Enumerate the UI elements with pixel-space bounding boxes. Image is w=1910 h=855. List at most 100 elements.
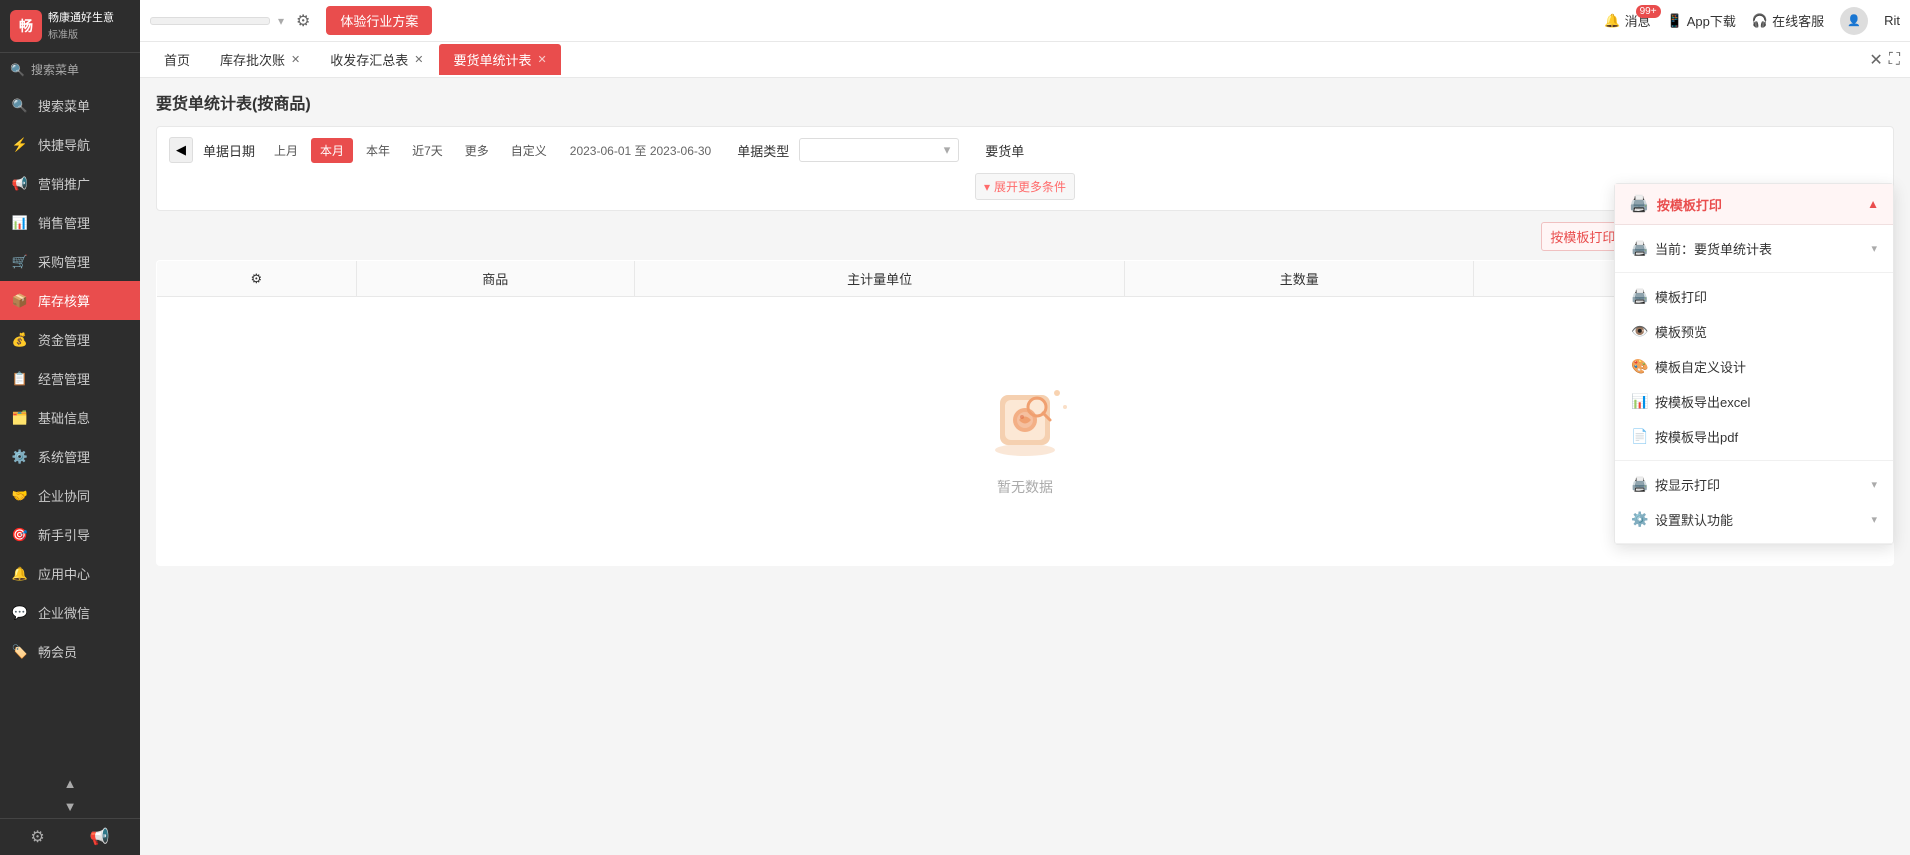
nav-icon-inventory: 📦 xyxy=(10,293,30,309)
default-func-icon: ⚙️ xyxy=(1631,511,1647,528)
scroll-up-btn[interactable]: ▲ xyxy=(0,772,140,795)
sidebar-bottom: ⚙ 📢 xyxy=(0,818,140,855)
tab-close-inventory-batch[interactable]: ✕ xyxy=(291,53,300,66)
expand-label: 展开更多条件 xyxy=(994,178,1066,195)
nav-icon-base: 🗂️ xyxy=(10,410,30,426)
dropdown-item-label-template-custom: 模板自定义设计 xyxy=(1655,357,1877,376)
date-options: 上月本月本年近7天更多自定义 xyxy=(265,138,556,163)
current-template-icon: 🖨️ xyxy=(1631,240,1647,257)
username-label: Rit xyxy=(1884,13,1900,28)
sidebar-item-wechat[interactable]: 💬 企业微信 xyxy=(0,593,140,632)
dropdown-items-section: 🖨️ 模板打印 👁️ 模板预览 🎨 模板自定义设计 📊 按模板导出excel 📄… xyxy=(1615,273,1893,461)
dropdown-item-template-pdf[interactable]: 📄 按模板导出pdf xyxy=(1615,419,1893,454)
nav-icon-purchase: 🛒 xyxy=(10,254,30,270)
sidebar-item-sales[interactable]: 📊 销售管理 xyxy=(0,203,140,242)
dropdown-header-title: 按模板打印 xyxy=(1657,195,1722,214)
topbar-settings-icon[interactable]: ⚙ xyxy=(296,11,310,31)
dropdown-caret-icon[interactable]: ▾ xyxy=(278,14,284,28)
avatar[interactable]: 👤 xyxy=(1840,7,1868,35)
sidebar-item-search[interactable]: 🔍 搜索菜单 xyxy=(0,86,140,125)
date-filter-label: 单据日期 xyxy=(203,141,255,160)
sidebar-item-quick-nav[interactable]: ⚡ 快捷导航 xyxy=(0,125,140,164)
sidebar-item-guide[interactable]: 🎯 新手引导 xyxy=(0,515,140,554)
main-content: ▾ ⚙ 体验行业方案 🔔 消息 99+ 📱 App下载 🎧 在线客服 👤 Rit… xyxy=(140,0,1910,855)
nav-label-wechat: 企业微信 xyxy=(38,603,90,622)
sidebar-item-marketing[interactable]: 📢 营销推广 xyxy=(0,164,140,203)
tab-order-summary[interactable]: 要货单统计表✕ xyxy=(439,44,560,75)
sidebar-item-base[interactable]: 🗂️ 基础信息 xyxy=(0,398,140,437)
dropdown-header-caret-icon: ▲ xyxy=(1867,197,1879,211)
tab-maximize-btn[interactable]: ⛶ xyxy=(1889,51,1900,69)
scroll-down-btn[interactable]: ▼ xyxy=(0,795,140,818)
nav-search-input[interactable] xyxy=(150,17,270,25)
msg-btn[interactable]: 🔔 消息 99+ xyxy=(1604,11,1650,30)
sidebar-item-appstore[interactable]: 🔔 应用中心 xyxy=(0,554,140,593)
empty-icon xyxy=(975,365,1075,465)
dropdown-item-icon-template-custom: 🎨 xyxy=(1631,358,1647,375)
sidebar-item-finance[interactable]: 💰 资金管理 xyxy=(0,320,140,359)
nav-label-sales: 销售管理 xyxy=(38,213,90,232)
tabs-container: 首页库存批次账✕收发存汇总表✕要货单统计表✕ xyxy=(150,44,561,75)
service-btn[interactable]: 🎧 在线客服 xyxy=(1752,11,1824,30)
dropdown-item-label-template-print: 模板打印 xyxy=(1655,287,1877,306)
sidebar-item-enterprise[interactable]: 🤝 企业协同 xyxy=(0,476,140,515)
nav-icon-member: 🏷️ xyxy=(10,644,30,660)
tabs-right: ✕ ⛶ xyxy=(1869,50,1900,70)
settings-icon[interactable]: ⚙ xyxy=(30,827,44,847)
print-btn[interactable]: 按模板打印 xyxy=(1541,222,1624,251)
speaker-icon[interactable]: 📢 xyxy=(90,827,110,847)
tab-close-btn[interactable]: ✕ xyxy=(1869,50,1882,70)
trial-btn[interactable]: 体验行业方案 xyxy=(326,6,432,35)
display-print-item[interactable]: 🖨️ 按显示打印 ▾ xyxy=(1615,467,1893,502)
date-btn-more[interactable]: 更多 xyxy=(456,138,498,163)
nav-label-quick-nav: 快捷导航 xyxy=(38,135,90,154)
display-print-left: 🖨️ 按显示打印 xyxy=(1631,475,1720,494)
nav-icon-search: 🔍 xyxy=(10,98,30,114)
dropdown-header[interactable]: 🖨️ 按模板打印 ▲ xyxy=(1615,184,1893,225)
date-btn-prev[interactable]: 上月 xyxy=(265,138,307,163)
date-btn-7days[interactable]: 近7天 xyxy=(403,138,452,163)
date-btn-cur[interactable]: 本月 xyxy=(311,138,353,163)
nav-icon-operation: 📋 xyxy=(10,371,30,387)
tab-close-order-summary[interactable]: ✕ xyxy=(538,53,547,66)
display-print-icon: 🖨️ xyxy=(1631,476,1647,493)
nav-icon-marketing: 📢 xyxy=(10,176,30,192)
sidebar-item-operation[interactable]: 📋 经营管理 xyxy=(0,359,140,398)
col-header-settings[interactable]: ⚙ xyxy=(157,261,357,297)
nav-icon-sales: 📊 xyxy=(10,215,30,231)
app-download-btn[interactable]: 📱 App下载 xyxy=(1667,11,1736,30)
dropdown-item-label-template-preview: 模板预览 xyxy=(1655,322,1877,341)
filter-toggle-btn[interactable]: ◀ xyxy=(169,137,193,163)
expand-btn[interactable]: ▾ 展开更多条件 xyxy=(975,173,1075,200)
sidebar-item-system[interactable]: ⚙️ 系统管理 xyxy=(0,437,140,476)
search-icon: 🔍 xyxy=(10,63,25,77)
dropdown-item-template-print[interactable]: 🖨️ 模板打印 xyxy=(1615,279,1893,314)
tab-receipt-summary[interactable]: 收发存汇总表✕ xyxy=(316,44,437,75)
print-dropdown-menu: 🖨️ 按模板打印 ▲ 🖨️ 当前：要货单统计表 ▾ 🖨️ 模板打印 👁️ 模板预… xyxy=(1614,183,1894,545)
dropdown-item-template-custom[interactable]: 🎨 模板自定义设计 xyxy=(1615,349,1893,384)
sidebar-item-member[interactable]: 🏷️ 畅会员 xyxy=(0,632,140,671)
dropdown-item-template-preview[interactable]: 👁️ 模板预览 xyxy=(1615,314,1893,349)
date-btn-custom[interactable]: 自定义 xyxy=(502,138,556,163)
app-icon: 📱 xyxy=(1667,13,1683,29)
dropdown-current-item[interactable]: 🖨️ 当前：要货单统计表 ▾ xyxy=(1615,231,1893,266)
date-btn-year[interactable]: 本年 xyxy=(357,138,399,163)
col-header-goods: 商品 xyxy=(356,261,634,297)
nav-icon-finance: 💰 xyxy=(10,332,30,348)
tab-home[interactable]: 首页 xyxy=(150,44,204,75)
tab-inventory-batch[interactable]: 库存批次账✕ xyxy=(206,44,314,75)
sidebar-item-inventory[interactable]: 📦 库存核算 xyxy=(0,281,140,320)
topbar-right: 🔔 消息 99+ 📱 App下载 🎧 在线客服 👤 Rit xyxy=(1604,7,1900,35)
nav-label-finance: 资金管理 xyxy=(38,330,90,349)
display-print-caret-icon: ▾ xyxy=(1871,478,1877,491)
dropdown-header-left: 🖨️ 按模板打印 xyxy=(1629,194,1722,214)
sidebar-item-purchase[interactable]: 🛒 采购管理 xyxy=(0,242,140,281)
type-select[interactable]: ▾ xyxy=(799,138,959,162)
dropdown-item-label-template-pdf: 按模板导出pdf xyxy=(1655,427,1877,446)
dropdown-item-icon-template-preview: 👁️ xyxy=(1631,323,1647,340)
dropdown-item-template-excel[interactable]: 📊 按模板导出excel xyxy=(1615,384,1893,419)
default-func-item[interactable]: ⚙️ 设置默认功能 ▾ xyxy=(1615,502,1893,537)
tab-close-receipt-summary[interactable]: ✕ xyxy=(414,53,423,66)
sidebar-search[interactable]: 🔍 搜索菜单 xyxy=(0,53,140,86)
topbar: ▾ ⚙ 体验行业方案 🔔 消息 99+ 📱 App下载 🎧 在线客服 👤 Rit xyxy=(140,0,1910,42)
